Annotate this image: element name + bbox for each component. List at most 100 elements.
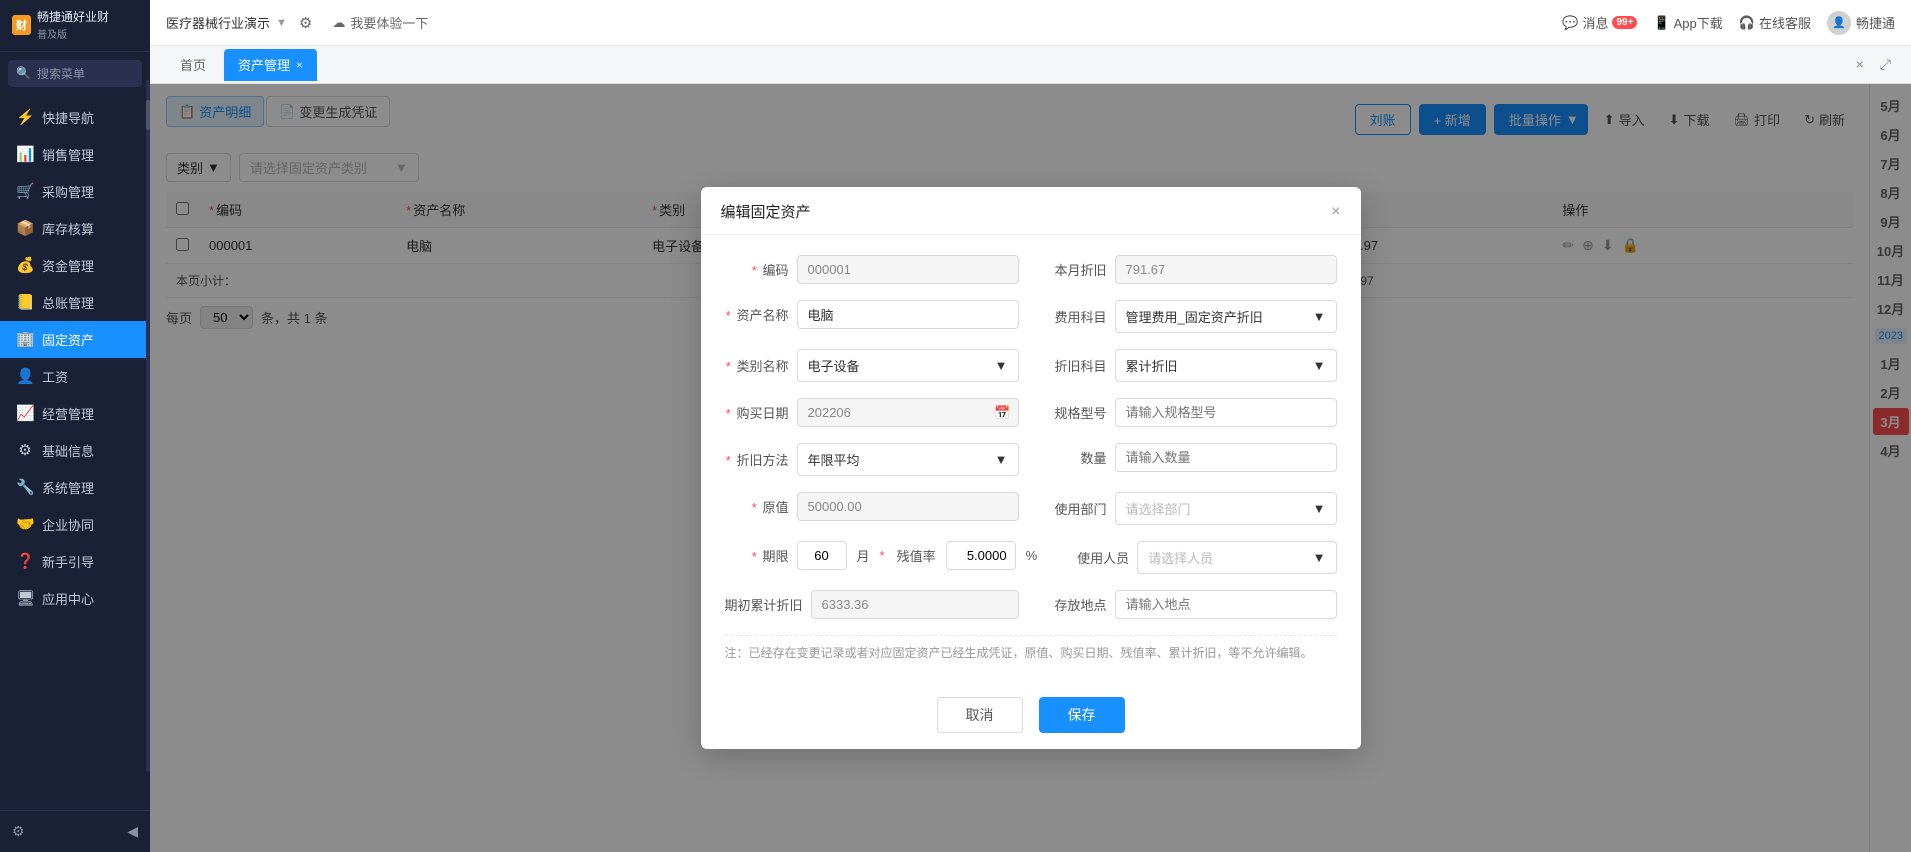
sidebar-label-base-info: 基础信息 bbox=[42, 441, 94, 460]
field-dep-subject: 折旧科目 累计折旧 ▼ bbox=[1043, 349, 1337, 382]
search-label: 搜索菜单 bbox=[37, 65, 85, 82]
sidebar-bottom: ⚙ ◀ bbox=[0, 810, 150, 852]
ledger-icon: 📒 bbox=[16, 293, 34, 311]
expense-chevron-icon: ▼ bbox=[1313, 309, 1326, 324]
asset-name-input[interactable] bbox=[797, 300, 1019, 329]
sidebar-item-tutorial[interactable]: ❓ 新手引导 bbox=[0, 543, 150, 580]
tab-asset-mgmt[interactable]: 资产管理 × bbox=[224, 49, 317, 81]
sidebar-item-fund[interactable]: 💰 资金管理 bbox=[0, 247, 150, 284]
tab-home[interactable]: 首页 bbox=[166, 49, 220, 81]
sidebar-item-app-center[interactable]: 🖥 应用中心 bbox=[0, 580, 150, 617]
window-close-icon[interactable]: × bbox=[1852, 54, 1868, 75]
app-name: 畅捷通好业财 bbox=[37, 10, 109, 26]
topbar: 医疗器械行业演示 ▼ ⚙ ☁ 我要体验一下 💬 消息 99+ 📱 App下载 🎧… bbox=[150, 0, 1911, 46]
purchase-date-input[interactable] bbox=[797, 398, 1019, 427]
asset-mgmt-tab-label: 资产管理 bbox=[238, 55, 290, 74]
tabbar-actions: × ⤢ bbox=[1852, 54, 1895, 75]
sidebar-item-salary[interactable]: 👤 工资 bbox=[0, 358, 150, 395]
sidebar-label-collab: 企业协同 bbox=[42, 515, 94, 534]
field-code: * 编码 bbox=[725, 255, 1019, 284]
notification-btn[interactable]: 💬 消息 99+ bbox=[1562, 13, 1637, 32]
tutorial-icon: ❓ bbox=[16, 552, 34, 570]
sidebar-item-sales[interactable]: 📊 销售管理 bbox=[0, 136, 150, 173]
save-button[interactable]: 保存 bbox=[1039, 697, 1125, 733]
logo-text-wrap: 畅捷通好业财 普及版 bbox=[37, 10, 109, 41]
download-icon: 📱 bbox=[1653, 15, 1669, 31]
spec-model-label: 规格型号 bbox=[1043, 403, 1107, 422]
field-initial-dep: 期初累计折旧 bbox=[725, 590, 1019, 619]
field-category: * 类别名称 电子设备 ▼ bbox=[725, 349, 1019, 382]
period-label: * 期限 bbox=[725, 546, 789, 565]
initial-dep-input bbox=[811, 590, 1019, 619]
sys-mgmt-icon: 🔧 bbox=[16, 478, 34, 496]
expense-subject-select[interactable]: 管理费用_固定资产折旧 ▼ bbox=[1115, 300, 1337, 333]
dep-subject-select[interactable]: 累计折旧 ▼ bbox=[1115, 349, 1337, 382]
cancel-button[interactable]: 取消 bbox=[937, 697, 1023, 733]
user-label: 使用人员 bbox=[1065, 548, 1129, 567]
original-value-input[interactable] bbox=[797, 492, 1019, 521]
sidebar-item-sys-mgmt[interactable]: 🔧 系统管理 bbox=[0, 469, 150, 506]
sidebar-item-ledger[interactable]: 📒 总账管理 bbox=[0, 284, 150, 321]
modal-row-8: 期初累计折旧 存放地点 bbox=[725, 590, 1337, 619]
category-select[interactable]: 电子设备 ▼ bbox=[797, 349, 1019, 382]
edit-asset-modal: 编辑固定资产 × * 编码 本月折旧 bbox=[701, 187, 1361, 749]
sidebar-item-base-info[interactable]: ⚙ 基础信息 bbox=[0, 432, 150, 469]
monthly-dep-input bbox=[1115, 255, 1337, 284]
modal-row-7: * 期限 月 * 残值率 % bbox=[725, 541, 1337, 574]
username: 畅捷通 bbox=[1856, 13, 1895, 32]
sidebar-label-fixed-assets: 固定资产 bbox=[42, 330, 94, 349]
category-chevron-icon: ▼ bbox=[995, 358, 1008, 373]
spec-model-input[interactable] bbox=[1115, 398, 1337, 427]
field-quantity: 数量 bbox=[1043, 443, 1337, 472]
quantity-input[interactable] bbox=[1115, 443, 1337, 472]
code-input[interactable] bbox=[797, 255, 1019, 284]
app-download-btn[interactable]: 📱 App下载 bbox=[1653, 13, 1722, 32]
department-select[interactable]: 请选择部门 ▼ bbox=[1115, 492, 1337, 525]
sidebar-item-fixed-assets[interactable]: 🏢 固定资产 bbox=[0, 321, 150, 358]
department-label: 使用部门 bbox=[1043, 499, 1107, 518]
field-monthly-dep: 本月折旧 bbox=[1043, 255, 1337, 284]
online-service-btn[interactable]: 🎧 在线客服 bbox=[1739, 13, 1811, 32]
user-select[interactable]: 请选择人员 ▼ bbox=[1137, 541, 1336, 574]
online-service-label: 在线客服 bbox=[1759, 13, 1811, 32]
home-tab-label: 首页 bbox=[180, 55, 206, 74]
sidebar-item-purchase[interactable]: 🛒 采购管理 bbox=[0, 173, 150, 210]
chevron-down-icon[interactable]: ▼ bbox=[276, 17, 287, 29]
collapse-icon[interactable]: ◀ bbox=[123, 819, 142, 844]
modal-row-2: * 资产名称 费用科目 管理费用_固定资产折旧 ▼ bbox=[725, 300, 1337, 333]
sidebar-item-quick-nav[interactable]: ⚡ 快捷导航 bbox=[0, 99, 150, 136]
sidebar-item-inventory[interactable]: 📦 库存核算 bbox=[0, 210, 150, 247]
user-menu[interactable]: 👤 畅捷通 bbox=[1827, 11, 1895, 35]
sidebar-item-collab[interactable]: 🤝 企业协同 bbox=[0, 506, 150, 543]
location-input[interactable] bbox=[1115, 590, 1337, 619]
modal-close-btn[interactable]: × bbox=[1331, 204, 1340, 220]
dep-method-select[interactable]: 年限平均 ▼ bbox=[797, 443, 1019, 476]
sidebar-item-biz-mgmt[interactable]: 📈 经营管理 bbox=[0, 395, 150, 432]
fund-icon: 💰 bbox=[16, 256, 34, 274]
settings-gear-icon[interactable]: ⚙ bbox=[299, 14, 312, 32]
field-asset-name: * 资产名称 bbox=[725, 300, 1019, 329]
residual-rate-label: 残值率 bbox=[897, 546, 936, 565]
monthly-dep-label: 本月折旧 bbox=[1043, 260, 1107, 279]
calendar-icon: 📅 bbox=[994, 405, 1010, 421]
location-label: 存放地点 bbox=[1043, 595, 1107, 614]
biz-mgmt-icon: 📈 bbox=[16, 404, 34, 422]
search-menu-item[interactable]: 🔍 搜索菜单 bbox=[8, 60, 142, 87]
asset-name-label: * 资产名称 bbox=[725, 305, 789, 324]
purchase-date-wrap: 📅 bbox=[797, 398, 1019, 427]
residual-rate-input[interactable] bbox=[946, 541, 1016, 570]
sidebar-label-quick-nav: 快捷导航 bbox=[42, 108, 94, 127]
field-original-value: * 原值 bbox=[725, 492, 1019, 521]
period-input[interactable] bbox=[797, 541, 847, 570]
tab-close-icon[interactable]: × bbox=[296, 58, 303, 72]
department-chevron-icon: ▼ bbox=[1313, 501, 1326, 516]
field-department: 使用部门 请选择部门 ▼ bbox=[1043, 492, 1337, 525]
sidebar-nav: ⚡ 快捷导航 📊 销售管理 🛒 采购管理 📦 库存核算 💰 资金管理 📒 总账管… bbox=[0, 95, 150, 810]
main-area: 医疗器械行业演示 ▼ ⚙ ☁ 我要体验一下 💬 消息 99+ 📱 App下载 🎧… bbox=[150, 0, 1911, 852]
settings-icon[interactable]: ⚙ bbox=[8, 819, 29, 844]
window-expand-icon[interactable]: ⤢ bbox=[1876, 54, 1895, 75]
modal-header: 编辑固定资产 × bbox=[701, 187, 1361, 235]
sidebar-label-sys-mgmt: 系统管理 bbox=[42, 478, 94, 497]
experience-btn[interactable]: ☁ 我要体验一下 bbox=[332, 13, 428, 32]
original-value-label: * 原值 bbox=[725, 497, 789, 516]
